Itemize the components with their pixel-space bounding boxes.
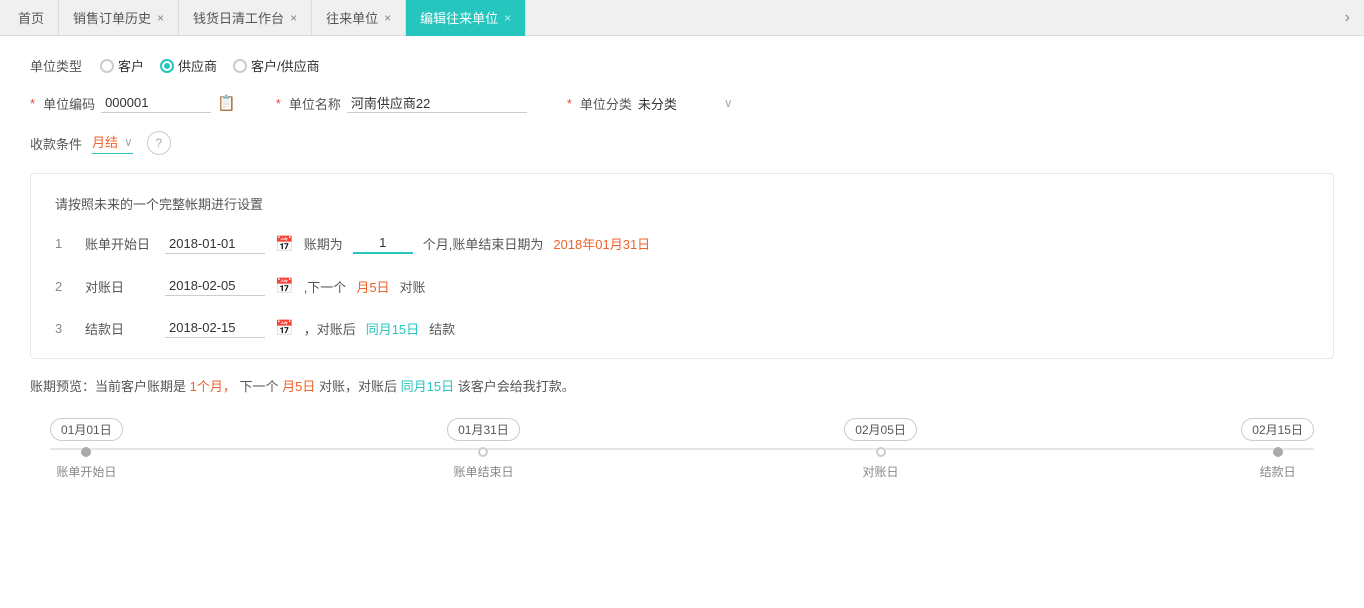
period-text-1a: 账期为 (304, 234, 343, 253)
timeline-label-3: 对账日 (863, 463, 899, 480)
timeline-dot-1 (81, 447, 91, 457)
unit-name-input[interactable] (347, 93, 527, 113)
close-icon[interactable]: × (384, 11, 391, 25)
timeline-badge-1: 01月01日 (50, 418, 123, 441)
period-title: 请按照未来的一个完整帐期进行设置 (55, 194, 1309, 213)
tab-cash-work[interactable]: 钱货日清工作台 × (179, 0, 312, 36)
payment-terms-row: 收款条件 月结 ∨ ? (30, 131, 1334, 155)
unit-code-input[interactable] (101, 93, 211, 113)
unit-fields-row: * 单位编码 📋 * 单位名称 * 单位分类 未分类 ∨ (30, 93, 1334, 113)
unit-name-label: 单位名称 (289, 94, 341, 113)
required-star: * (276, 96, 281, 111)
period-label-1: 账单开始日 (85, 234, 155, 253)
period-text-2a: ,下一个 (304, 277, 347, 296)
unit-type-row: 单位类型 客户 供应商 客户/供应商 (30, 56, 1334, 75)
radio-supplier[interactable]: 供应商 (160, 56, 217, 75)
required-star: * (30, 96, 35, 111)
unit-category-group: * 单位分类 未分类 ∨ (567, 94, 733, 113)
unit-code-label: 单位编码 (43, 94, 95, 113)
close-icon[interactable]: × (290, 11, 297, 25)
radio-circle-supplier (160, 59, 174, 73)
period-num-1: 1 (55, 236, 75, 251)
period-num-2: 2 (55, 279, 75, 294)
close-icon[interactable]: × (504, 11, 511, 25)
main-content: 单位类型 客户 供应商 客户/供应商 * 单位编码 📋 * 单位名称 (0, 36, 1364, 608)
tab-more-button[interactable]: › (1335, 9, 1360, 27)
timeline-point-2: 01月31日 账单结束日 (447, 418, 520, 480)
tab-bar: 首页 销售订单历史 × 钱货日清工作台 × 往来单位 × 编辑往来单位 × › (0, 0, 1364, 36)
calendar-icon-3[interactable]: 📅 (275, 319, 294, 337)
timeline-point-1: 01月01日 账单开始日 (50, 418, 123, 480)
period-text-2b: 对账 (400, 277, 426, 296)
radio-circle-customer (100, 59, 114, 73)
close-icon[interactable]: × (157, 11, 164, 25)
period-payment-highlight: 同月15日 (366, 319, 419, 338)
period-date-3[interactable] (165, 318, 265, 338)
period-date-2[interactable] (165, 276, 265, 296)
preview-orange-1: 1个月， (190, 379, 236, 394)
unit-category-dropdown[interactable]: 未分类 ∨ (638, 94, 733, 113)
timeline-badge-2: 01月31日 (447, 418, 520, 441)
tab-sales-history[interactable]: 销售订单历史 × (59, 0, 179, 36)
period-num-3: 3 (55, 321, 75, 336)
tab-contacts[interactable]: 往来单位 × (312, 0, 406, 36)
timeline-points: 01月01日 账单开始日 01月31日 账单结束日 02月05日 对账日 02月… (50, 418, 1314, 480)
timeline-label-4: 结款日 (1260, 463, 1296, 480)
required-star: * (567, 96, 572, 111)
preview-teal: 同月15日 (401, 379, 454, 394)
preview-orange-2: 月5日 (282, 379, 315, 394)
period-text-1b: 个月,账单结束日期为 (423, 234, 544, 253)
unit-category-value: 未分类 (638, 94, 718, 113)
chevron-down-icon: ∨ (724, 96, 733, 110)
radio-circle-both (233, 59, 247, 73)
unit-code-group: * 单位编码 📋 (30, 93, 236, 113)
period-end-date: 2018年01月31日 (553, 234, 650, 253)
period-row-2: 2 对账日 📅 ,下一个 月5日 对账 (55, 276, 1309, 296)
tab-home[interactable]: 首页 (4, 0, 59, 36)
preview-text: 账期预览：当前客户账期是 1个月， 下一个 月5日 对账，对账后 同月15日 该… (30, 375, 1334, 398)
payment-terms-field[interactable]: 月结 ∨ (92, 132, 133, 154)
copy-icon[interactable]: 📋 (217, 94, 236, 112)
timeline: 01月01日 账单开始日 01月31日 账单结束日 02月05日 对账日 02月… (30, 418, 1334, 480)
timeline-label-1: 账单开始日 (56, 463, 116, 480)
period-text-3a: ，对账后 (304, 319, 356, 338)
timeline-badge-3: 02月05日 (844, 418, 917, 441)
timeline-point-4: 02月15日 结款日 (1241, 418, 1314, 480)
tab-edit-contact[interactable]: 编辑往来单位 × (406, 0, 526, 36)
unit-category-label: 单位分类 (580, 94, 632, 113)
timeline-badge-4: 02月15日 (1241, 418, 1314, 441)
timeline-dot-2 (478, 447, 488, 457)
timeline-point-3: 02月05日 对账日 (844, 418, 917, 480)
unit-name-group: * 单位名称 (276, 93, 527, 113)
period-text-3b: 结款 (429, 319, 455, 338)
period-reconcile-highlight: 月5日 (356, 277, 389, 296)
period-row-3: 3 结款日 📅 ，对账后 同月15日 结款 (55, 318, 1309, 338)
period-months-input[interactable] (353, 233, 413, 254)
payment-terms-value: 月结 (92, 132, 118, 151)
period-date-1[interactable] (165, 234, 265, 254)
payment-terms-label: 收款条件 (30, 134, 82, 153)
help-icon[interactable]: ? (147, 131, 171, 155)
radio-customer[interactable]: 客户 (100, 56, 144, 75)
chevron-down-icon: ∨ (124, 135, 133, 149)
period-row-1: 1 账单开始日 📅 账期为 个月,账单结束日期为 2018年01月31日 (55, 233, 1309, 254)
calendar-icon-1[interactable]: 📅 (275, 235, 294, 253)
period-label-3: 结款日 (85, 319, 155, 338)
calendar-icon-2[interactable]: 📅 (275, 277, 294, 295)
unit-type-label: 单位类型 (30, 56, 82, 75)
timeline-dot-4 (1273, 447, 1283, 457)
radio-both[interactable]: 客户/供应商 (233, 56, 320, 75)
period-label-2: 对账日 (85, 277, 155, 296)
period-box: 请按照未来的一个完整帐期进行设置 1 账单开始日 📅 账期为 个月,账单结束日期… (30, 173, 1334, 359)
timeline-label-2: 账单结束日 (453, 463, 513, 480)
unit-type-radio-group: 客户 供应商 客户/供应商 (100, 56, 320, 75)
timeline-dot-3 (876, 447, 886, 457)
